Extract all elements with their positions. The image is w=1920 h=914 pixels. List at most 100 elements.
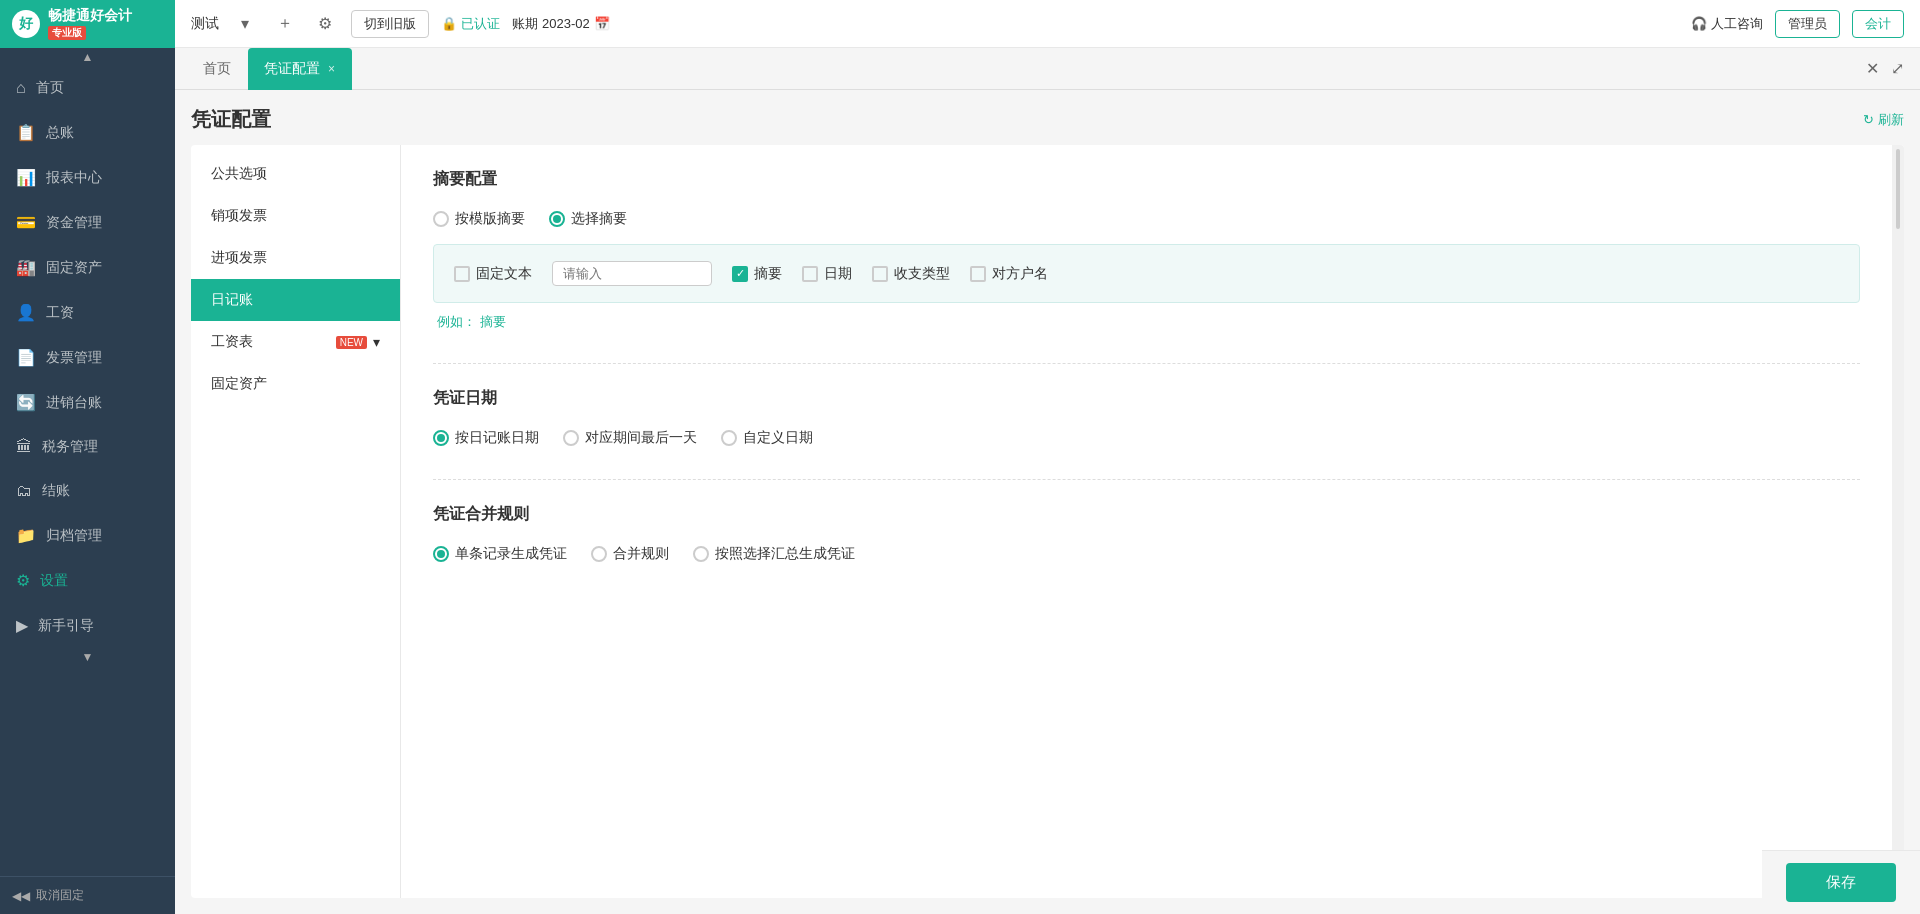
radio-custom-date[interactable]: 自定义日期 xyxy=(721,429,813,447)
tab-voucher-config[interactable]: 凭证配置 × xyxy=(248,48,352,90)
left-nav-item-payroll-table[interactable]: 工资表 NEW ▾ xyxy=(191,321,400,363)
period-label: 账期 xyxy=(512,15,538,33)
radio-select-summary[interactable]: 选择摘要 xyxy=(549,210,627,228)
left-nav-item-public[interactable]: 公共选项 xyxy=(191,153,400,195)
sidebar-item-capital[interactable]: 💳 资金管理 xyxy=(0,200,175,245)
merge-radio-group: 单条记录生成凭证 合并规则 按照选择汇总生成凭证 xyxy=(433,545,1860,563)
sidebar-item-label-ledger: 总账 xyxy=(46,124,74,142)
left-nav-item-purchase-invoice[interactable]: 进项发票 xyxy=(191,237,400,279)
radio-single-record[interactable]: 单条记录生成凭证 xyxy=(433,545,567,563)
checkbox-counterparty[interactable]: 对方户名 xyxy=(970,265,1048,283)
sidebar-item-home[interactable]: ⌂ 首页 xyxy=(0,66,175,110)
checkbox-fixed-text[interactable]: 固定文本 xyxy=(454,265,532,283)
sidebar-item-report[interactable]: 📊 报表中心 xyxy=(0,155,175,200)
checkbox-summary-label: 摘要 xyxy=(754,265,782,283)
payroll-expand-icon: ▾ xyxy=(373,334,380,350)
date-section: 凭证日期 按日记账日期 对应期间最后一天 xyxy=(433,388,1860,447)
sidebar-item-settings[interactable]: ⚙ 设置 xyxy=(0,558,175,603)
sidebar-scroll-down[interactable]: ▼ xyxy=(0,648,175,666)
checkbox-fixed-text-box xyxy=(454,266,470,282)
sidebar-item-fixed-asset[interactable]: 🏭 固定资产 xyxy=(0,245,175,290)
main-layout: ▲ ⌂ 首页 📋 总账 📊 报表中心 💳 资金管理 🏭 固定资产 👤 工资 📄 … xyxy=(0,48,1920,914)
logo-area: 好 畅捷通好会计 专业版 xyxy=(0,0,175,48)
summary-section-title: 摘要配置 xyxy=(433,169,1860,190)
sidebar: ▲ ⌂ 首页 📋 总账 📊 报表中心 💳 资金管理 🏭 固定资产 👤 工资 📄 … xyxy=(0,48,175,914)
sidebar-scroll-up[interactable]: ▲ xyxy=(0,48,175,66)
checkbox-date-box xyxy=(802,266,818,282)
radio-period-last[interactable]: 对应期间最后一天 xyxy=(563,429,697,447)
admin-button[interactable]: 管理员 xyxy=(1775,10,1840,38)
close-period-icon: 🗂 xyxy=(16,482,32,500)
sidebar-item-close-period[interactable]: 🗂 结账 xyxy=(0,469,175,513)
sidebar-item-ledger[interactable]: 📋 总账 xyxy=(0,110,175,155)
example-label: 例如： xyxy=(437,314,476,329)
sidebar-item-label-guide: 新手引导 xyxy=(38,617,94,635)
sidebar-item-purchase-sale[interactable]: 🔄 进销台账 xyxy=(0,380,175,425)
radio-merge-rules[interactable]: 合并规则 xyxy=(591,545,669,563)
sidebar-item-label-tax: 税务管理 xyxy=(42,438,98,456)
content-area: 首页 凭证配置 × ✕ ⤢ 凭证配置 ↻ 刷新 xyxy=(175,48,1920,914)
save-button[interactable]: 保存 xyxy=(1786,863,1896,902)
checkbox-payment-type[interactable]: 收支类型 xyxy=(872,265,950,283)
tab-close-button[interactable]: × xyxy=(328,62,335,76)
left-nav-item-journal[interactable]: 日记账 xyxy=(191,279,400,321)
cancel-fixed-label: 取消固定 xyxy=(36,887,84,904)
period-info: 账期 2023-02 📅 xyxy=(512,15,610,33)
radio-select-merge[interactable]: 按照选择汇总生成凭证 xyxy=(693,545,855,563)
sidebar-item-guide[interactable]: ▶ 新手引导 xyxy=(0,603,175,648)
checkbox-fixed-text-label: 固定文本 xyxy=(476,265,532,283)
sidebar-item-label-settings: 设置 xyxy=(40,572,68,590)
logo-text-main: 畅捷通好会计 xyxy=(48,7,132,24)
tab-home[interactable]: 首页 xyxy=(187,48,248,90)
radio-period-last-label: 对应期间最后一天 xyxy=(585,429,697,447)
project-dropdown-button[interactable]: ▾ xyxy=(231,10,259,38)
checkbox-row: 固定文本 ✓ 摘要 日期 xyxy=(433,244,1860,303)
scrollbar-track xyxy=(1892,145,1904,898)
radio-journal-date-label: 按日记账日期 xyxy=(455,429,539,447)
guide-icon: ▶ xyxy=(16,616,28,635)
sidebar-item-tax[interactable]: 🏛 税务管理 xyxy=(0,425,175,469)
sidebar-item-archive[interactable]: 📁 归档管理 xyxy=(0,513,175,558)
date-radio-group: 按日记账日期 对应期间最后一天 自定义日期 xyxy=(433,429,1860,447)
checkbox-counterparty-box xyxy=(970,266,986,282)
add-button[interactable]: ＋ xyxy=(271,10,299,38)
cancel-fixed-button[interactable]: ◀◀ 取消固定 xyxy=(0,876,175,914)
radio-select-label: 选择摘要 xyxy=(571,210,627,228)
settings-button[interactable]: ⚙ xyxy=(311,10,339,38)
radio-select-circle xyxy=(549,211,565,227)
accountant-button[interactable]: 会计 xyxy=(1852,10,1904,38)
sidebar-item-label-fixed-asset: 固定资产 xyxy=(46,259,102,277)
consult-label: 人工咨询 xyxy=(1711,15,1763,33)
header-right: 🎧 人工咨询 管理员 会计 xyxy=(1691,10,1904,38)
fixed-text-input[interactable] xyxy=(552,261,712,286)
merge-section: 凭证合并规则 单条记录生成凭证 合并规则 xyxy=(433,504,1860,563)
close-tab-button[interactable]: ✕ xyxy=(1862,55,1883,82)
example-text: 例如： 摘要 xyxy=(433,313,1860,331)
radio-journal-date[interactable]: 按日记账日期 xyxy=(433,429,539,447)
refresh-button[interactable]: ↻ 刷新 xyxy=(1863,111,1904,129)
left-nav-label-public: 公共选项 xyxy=(211,165,267,181)
sidebar-item-invoice[interactable]: 📄 发票管理 xyxy=(0,335,175,380)
radio-merge-rules-label: 合并规则 xyxy=(613,545,669,563)
sidebar-item-payroll[interactable]: 👤 工资 xyxy=(0,290,175,335)
radio-template[interactable]: 按模版摘要 xyxy=(433,210,525,228)
left-nav-label-journal: 日记账 xyxy=(211,291,253,307)
expand-tab-button[interactable]: ⤢ xyxy=(1887,55,1908,82)
left-nav-item-fixed-assets[interactable]: 固定资产 xyxy=(191,363,400,405)
sidebar-item-label-home: 首页 xyxy=(36,79,64,97)
report-icon: 📊 xyxy=(16,168,36,187)
page-title: 凭证配置 xyxy=(191,106,271,133)
checkbox-summary[interactable]: ✓ 摘要 xyxy=(732,265,782,283)
consult-button[interactable]: 🎧 人工咨询 xyxy=(1691,15,1763,33)
sidebar-item-label-close: 结账 xyxy=(42,482,70,500)
left-nav: 公共选项 销项发票 进项发票 日记账 工资表 xyxy=(191,145,401,898)
merge-section-title: 凭证合并规则 xyxy=(433,504,1860,525)
checkbox-payment-type-box xyxy=(872,266,888,282)
old-version-button[interactable]: 切到旧版 xyxy=(351,10,429,38)
scrollbar-thumb[interactable] xyxy=(1896,149,1900,229)
left-nav-item-sales-invoice[interactable]: 销项发票 xyxy=(191,195,400,237)
checkbox-date[interactable]: 日期 xyxy=(802,265,852,283)
right-panel: 摘要配置 按模版摘要 选择摘要 xyxy=(401,145,1892,898)
left-nav-label-payroll-table: 工资表 xyxy=(211,333,253,351)
example-value: 摘要 xyxy=(480,314,506,329)
